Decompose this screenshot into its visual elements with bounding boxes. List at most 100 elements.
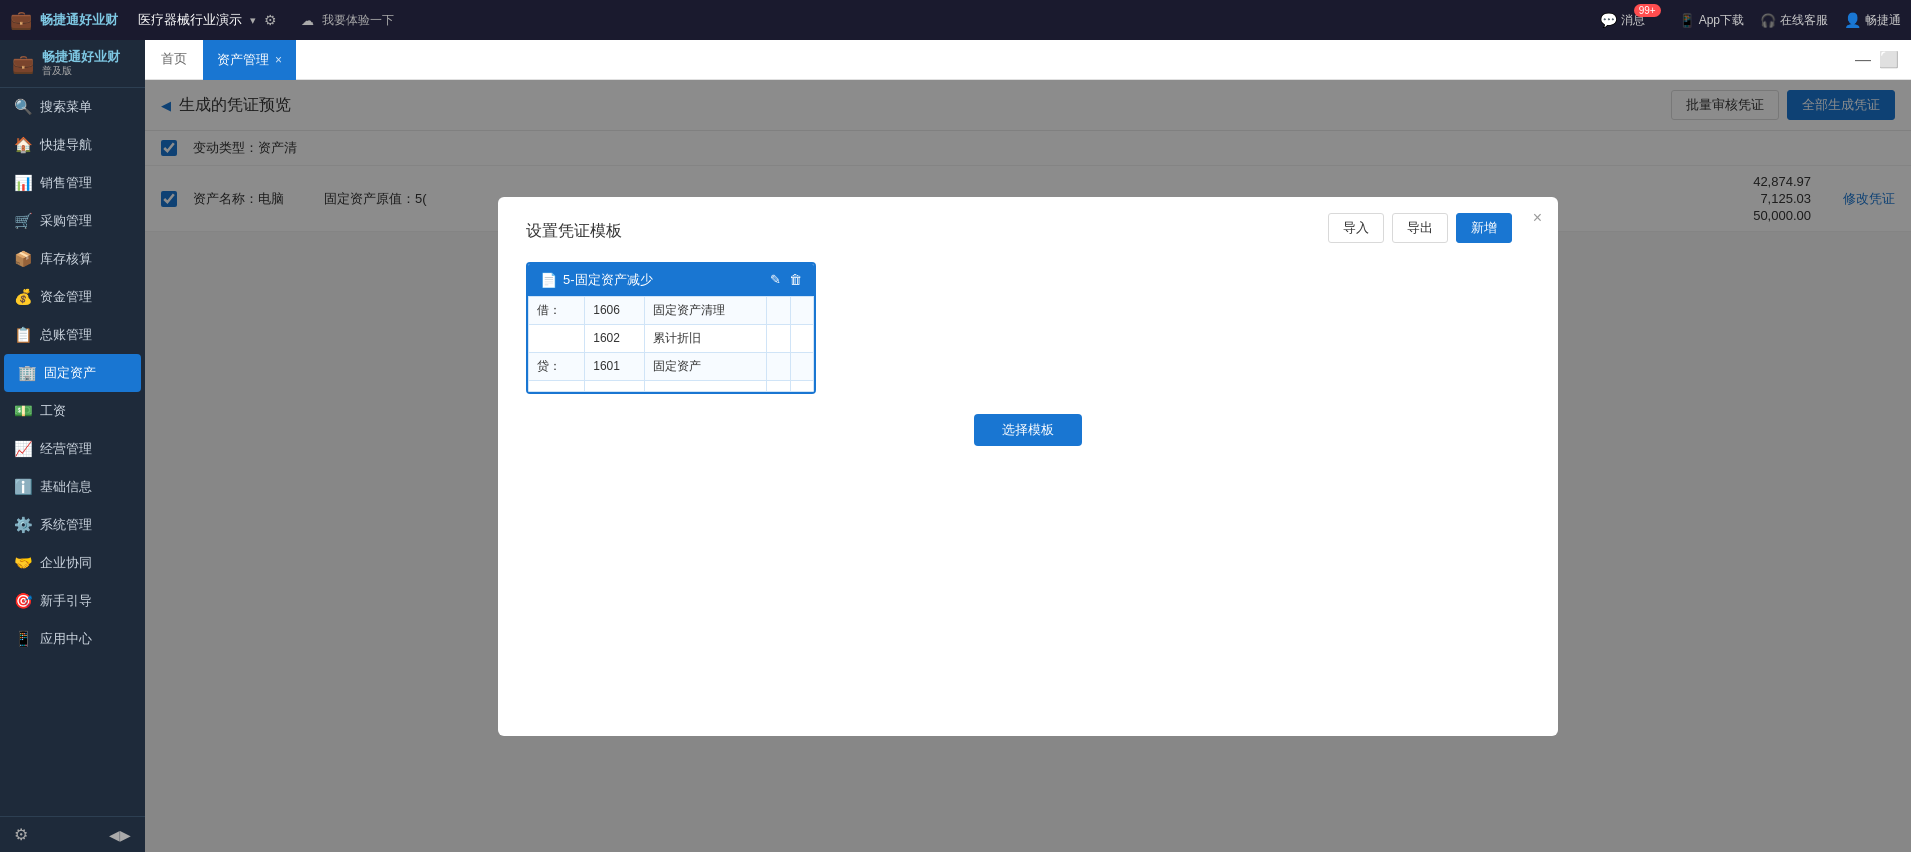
experience-text[interactable]: 我要体验一下 — [322, 12, 394, 29]
sidebar-item-inventory[interactable]: 📦 库存核算 — [0, 240, 145, 278]
template-cell-credit-4 — [790, 380, 813, 391]
app-icon: 📱 — [14, 630, 32, 648]
mobile-icon: 📱 — [1679, 13, 1695, 28]
sidebar-item-purchase[interactable]: 🛒 采购管理 — [0, 202, 145, 240]
sidebar-label-ledger: 总账管理 — [40, 326, 92, 344]
tab-active-label: 资产管理 — [217, 51, 269, 69]
sidebar-label-search: 搜索菜单 — [40, 98, 92, 116]
tab-minimize-icon[interactable]: — — [1855, 51, 1871, 69]
info-icon: ℹ️ — [14, 478, 32, 496]
template-cell-code-4 — [585, 380, 645, 391]
sidebar-bottom: ⚙ ◀▶ — [0, 816, 145, 852]
template-row-1: 借： 1606 固定资产清理 — [529, 296, 814, 324]
template-name: 5-固定资产减少 — [563, 271, 653, 289]
modal-overlay: 设置凭证模板 × 导入 导出 新增 — [145, 80, 1911, 852]
sidebar-item-system[interactable]: ⚙️ 系统管理 — [0, 506, 145, 544]
template-cell-credit-3 — [790, 352, 813, 380]
import-button[interactable]: 导入 — [1328, 213, 1384, 243]
tab-home[interactable]: 首页 — [145, 40, 203, 80]
logo-icon: 💼 — [10, 9, 32, 31]
sidebar-item-fixed-assets[interactable]: 🏢 固定资产 — [4, 354, 141, 392]
tab-asset-management[interactable]: 资产管理 × — [203, 40, 296, 80]
template-cell-type-3: 贷： — [529, 352, 585, 380]
headset-icon: 🎧 — [1760, 13, 1776, 28]
export-button[interactable]: 导出 — [1392, 213, 1448, 243]
template-row-2: 1602 累计折旧 — [529, 324, 814, 352]
settings-gear-icon[interactable]: ⚙ — [264, 12, 277, 28]
template-cell-debit-4 — [767, 380, 790, 391]
sidebar-item-enterprise[interactable]: 🤝 企业协同 — [0, 544, 145, 582]
content-area: 首页 资产管理 × — ⬜ ◀ 生成的凭证预览 批量审核凭证 — [145, 40, 1911, 852]
trend-icon: 📈 — [14, 440, 32, 458]
modal-close-button[interactable]: × — [1533, 209, 1542, 227]
dropdown-chevron-icon[interactable]: ▾ — [250, 14, 256, 27]
sidebar-label-purchase: 采购管理 — [40, 212, 92, 230]
top-bar: 💼 畅捷通好业财 医疗器械行业演示 ▾ ⚙ ☁ 我要体验一下 💬 消息 99+ … — [0, 0, 1911, 40]
sidebar-item-business[interactable]: 📈 经营管理 — [0, 430, 145, 468]
tab-maximize-icon[interactable]: ⬜ — [1879, 50, 1899, 69]
template-cell-debit-1 — [767, 296, 790, 324]
template-card-actions: ✎ 🗑 — [770, 272, 802, 287]
sidebar-label-app-center: 应用中心 — [40, 630, 92, 648]
template-cell-code-1: 1606 — [585, 296, 645, 324]
sidebar-label-fixed-assets: 固定资产 — [44, 364, 96, 382]
building-icon: 🏢 — [18, 364, 36, 382]
sidebar-item-payroll[interactable]: 💵 工资 — [0, 392, 145, 430]
template-row-3: 贷： 1601 固定资产 — [529, 352, 814, 380]
app-download-label: App下载 — [1699, 12, 1744, 29]
sidebar-item-basic-info[interactable]: ℹ️ 基础信息 — [0, 468, 145, 506]
template-cell-debit-2 — [767, 324, 790, 352]
settings-bottom-icon[interactable]: ⚙ — [14, 825, 28, 844]
search-icon: 🔍 — [14, 98, 32, 116]
ledger-icon: 📋 — [14, 326, 32, 344]
new-template-button[interactable]: 新增 — [1456, 213, 1512, 243]
template-cell-credit-2 — [790, 324, 813, 352]
sidebar-item-sales[interactable]: 📊 销售管理 — [0, 164, 145, 202]
payroll-icon: 💵 — [14, 402, 32, 420]
sidebar-label-system: 系统管理 — [40, 516, 92, 534]
content-body: ◀ 生成的凭证预览 批量审核凭证 全部生成凭证 变动类型：资产清 资产名称：电脑 — [145, 80, 1911, 852]
sidebar-item-ledger[interactable]: 📋 总账管理 — [0, 316, 145, 354]
edit-icon: ✎ — [770, 272, 781, 287]
template-row-4 — [529, 380, 814, 391]
sidebar-item-search[interactable]: 🔍 搜索菜单 — [0, 88, 145, 126]
online-service-button[interactable]: 🎧 在线客服 — [1760, 12, 1828, 29]
sidebar-logo-sub: 普及版 — [42, 64, 120, 78]
sidebar-item-quick-nav[interactable]: 🏠 快捷导航 — [0, 126, 145, 164]
template-edit-button[interactable]: ✎ — [770, 272, 781, 287]
sidebar-label-sales: 销售管理 — [40, 174, 92, 192]
app-download-button[interactable]: 📱 App下载 — [1679, 12, 1744, 29]
template-cell-name-2: 累计折旧 — [645, 324, 767, 352]
handshake-icon: 🤝 — [14, 554, 32, 572]
sidebar-logo-main: 畅捷通好业财 — [42, 49, 120, 65]
template-cell-credit-1 — [790, 296, 813, 324]
template-delete-button[interactable]: 🗑 — [789, 272, 802, 287]
cloud-icon: ☁ — [301, 13, 314, 28]
template-cell-name-4 — [645, 380, 767, 391]
collapse-icon[interactable]: ◀▶ — [109, 827, 131, 843]
template-cell-name-3: 固定资产 — [645, 352, 767, 380]
sidebar-item-guide[interactable]: 🎯 新手引导 — [0, 582, 145, 620]
top-bar-center: 医疗器械行业演示 ▾ ⚙ ☁ 我要体验一下 — [118, 11, 1600, 29]
template-cell-type-2 — [529, 324, 585, 352]
top-bar-right: 💬 消息 99+ 📱 App下载 🎧 在线客服 👤 畅捷通 — [1600, 12, 1901, 29]
template-cell-name-1: 固定资产清理 — [645, 296, 767, 324]
select-template-button[interactable]: 选择模板 — [974, 414, 1082, 446]
tab-home-label: 首页 — [161, 50, 187, 68]
user-profile-button[interactable]: 👤 畅捷通 — [1844, 12, 1901, 29]
close-icon: × — [1533, 209, 1542, 226]
username-label: 畅捷通 — [1865, 12, 1901, 29]
system-icon: ⚙️ — [14, 516, 32, 534]
template-card: 📄 5-固定资产减少 ✎ 🗑 — [526, 262, 816, 394]
app-container: 💼 畅捷通好业财 医疗器械行业演示 ▾ ⚙ ☁ 我要体验一下 💬 消息 99+ … — [0, 0, 1911, 852]
sidebar-item-funds[interactable]: 💰 资金管理 — [0, 278, 145, 316]
messages-button[interactable]: 💬 消息 99+ — [1600, 12, 1645, 29]
home-icon: 🏠 — [14, 136, 32, 154]
sidebar-item-app-center[interactable]: 📱 应用中心 — [0, 620, 145, 658]
sidebar-label-quick-nav: 快捷导航 — [40, 136, 92, 154]
target-icon: 🎯 — [14, 592, 32, 610]
cart-icon: 🛒 — [14, 212, 32, 230]
tab-close-icon[interactable]: × — [275, 53, 282, 67]
tab-bar: 首页 资产管理 × — ⬜ — [145, 40, 1911, 80]
template-cell-type-1: 借： — [529, 296, 585, 324]
